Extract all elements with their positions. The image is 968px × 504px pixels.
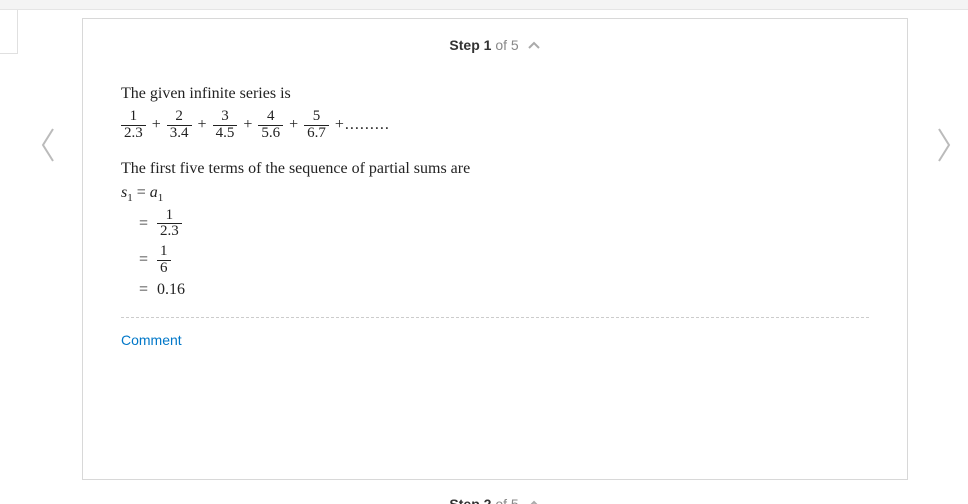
comment-link[interactable]: Comment	[121, 332, 182, 378]
step-header[interactable]: Step 1 of 5	[83, 19, 907, 79]
step-of-text: of 5	[495, 496, 518, 504]
plus-sign: +	[150, 116, 163, 134]
s1-computation: s1 = a1 = 1 2.3 = 1 6 = 0.16	[121, 184, 869, 299]
series-ellipsis: +.........	[333, 116, 390, 134]
prev-step-arrow[interactable]	[34, 122, 64, 172]
step-of-text: of 5	[495, 37, 518, 53]
chevron-up-icon	[523, 496, 541, 504]
plus-sign: +	[287, 116, 300, 134]
partial-sums-text: The first five terms of the sequence of …	[121, 160, 869, 178]
series-term: 4 5.6	[258, 109, 283, 142]
intro-text: The given infinite series is	[121, 85, 869, 103]
separator	[121, 317, 869, 318]
eq-line-2: = 1 2.3	[121, 208, 869, 241]
series-term: 5 6.7	[304, 109, 329, 142]
series-expression: 1 2.3 + 2 3.4 + 3 4.5 + 4 5.6 + 5 6.7	[121, 109, 869, 142]
top-toolbar-stub	[0, 0, 968, 10]
step-label: Step 2	[449, 496, 491, 504]
step-content: The given infinite series is 1 2.3 + 2 3…	[83, 85, 907, 390]
chevron-right-icon	[933, 127, 953, 168]
series-term: 1 2.3	[121, 109, 146, 142]
series-term: 3 4.5	[213, 109, 238, 142]
chevron-left-icon	[39, 127, 59, 168]
plus-sign: +	[241, 116, 254, 134]
eq-line-1: s1 = a1	[121, 184, 869, 204]
series-term: 2 3.4	[167, 109, 192, 142]
eq-line-3: = 1 6	[121, 244, 869, 277]
step2-header[interactable]: Step 2 of 5	[82, 479, 908, 504]
left-panel-stub	[0, 10, 18, 54]
chevron-up-icon	[523, 37, 541, 53]
step-card: Step 1 of 5 The given infinite series is…	[82, 18, 908, 504]
eq-line-4: = 0.16	[121, 281, 869, 299]
next-step-arrow[interactable]	[928, 122, 958, 172]
step-label: Step 1	[449, 37, 491, 53]
plus-sign: +	[196, 116, 209, 134]
